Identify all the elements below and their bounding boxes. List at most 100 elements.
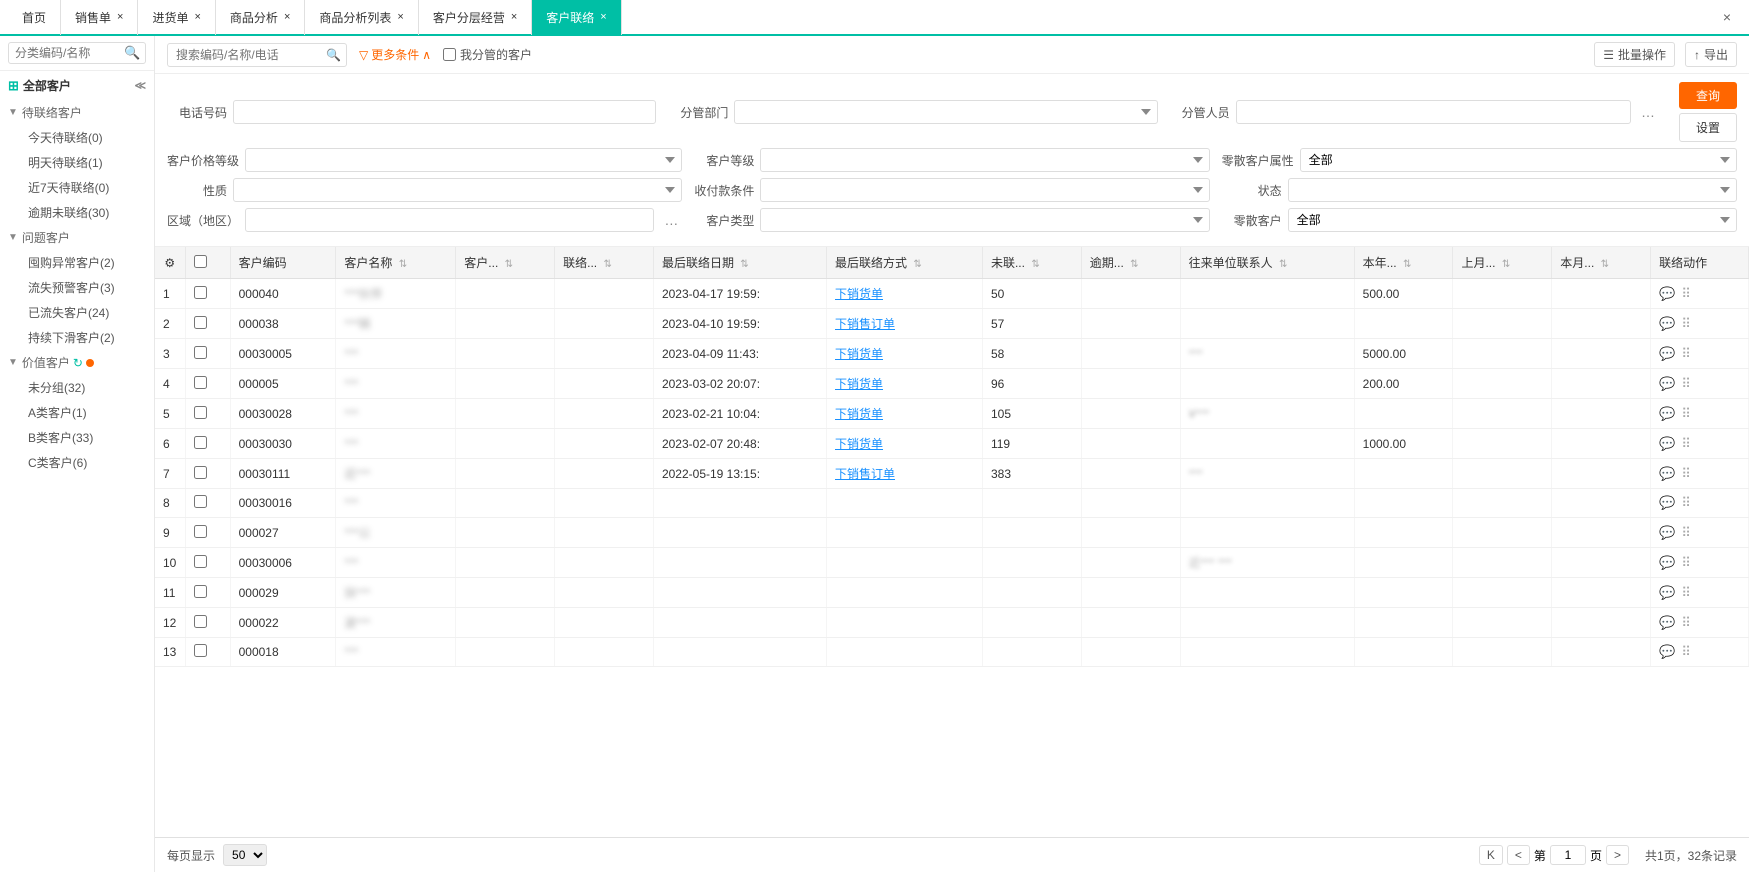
sidebar-group-pending[interactable]: ▼ 待联络客户 <box>0 100 154 125</box>
tab-bar-close[interactable]: × <box>1713 9 1741 25</box>
my-customers-checkbox[interactable] <box>443 48 456 61</box>
tab-sales-close[interactable]: × <box>117 11 123 23</box>
sidebar-search-icon[interactable]: 🔍 <box>124 45 140 61</box>
sidebar-item-ungroup[interactable]: 未分组(32) <box>0 375 154 400</box>
tab-customer-contact-close[interactable]: × <box>600 11 606 23</box>
batch-ops-btn[interactable]: ☰ 批量操作 <box>1594 42 1675 67</box>
more-conditions-btn[interactable]: ▽ 更多条件 ∧ <box>359 46 431 63</box>
region-input[interactable] <box>245 208 654 232</box>
more-icon[interactable]: ⠿ <box>1681 585 1691 601</box>
comment-icon[interactable]: 💬 <box>1659 436 1675 452</box>
region-more-btn[interactable]: … <box>660 212 682 228</box>
tab-purchase-close[interactable]: × <box>194 11 200 23</box>
tab-customer-segment[interactable]: 客户分层经营 × <box>419 0 532 35</box>
sidebar-item-b-class[interactable]: B类客户(33) <box>0 425 154 450</box>
select-all-checkbox[interactable] <box>194 255 207 268</box>
comment-icon[interactable]: 💬 <box>1659 406 1675 422</box>
more-icon[interactable]: ⠿ <box>1681 436 1691 452</box>
comment-icon[interactable]: 💬 <box>1659 525 1675 541</box>
filter-search-input[interactable] <box>167 43 347 67</box>
collapse-icon[interactable]: ≪ <box>134 79 146 92</box>
filter-search-icon[interactable]: 🔍 <box>326 48 341 62</box>
comment-icon[interactable]: 💬 <box>1659 585 1675 601</box>
price-level-select[interactable] <box>245 148 682 172</box>
more-icon[interactable]: ⠿ <box>1681 406 1691 422</box>
sidebar-item-a-class[interactable]: A类客户(1) <box>0 400 154 425</box>
row-check[interactable] <box>185 399 230 429</box>
row-check[interactable] <box>185 608 230 638</box>
row-check[interactable] <box>185 369 230 399</box>
more-icon[interactable]: ⠿ <box>1681 525 1691 541</box>
gear-th[interactable]: ⚙ <box>155 247 185 279</box>
row-check[interactable] <box>185 309 230 339</box>
customer-type-select[interactable] <box>760 208 1209 232</box>
tab-product-analysis-close[interactable]: × <box>284 11 290 23</box>
staff-more-btn[interactable]: … <box>1637 104 1659 120</box>
tab-home[interactable]: 首页 <box>8 0 61 35</box>
all-customers-header[interactable]: ⊞ 全部客户 ≪ <box>0 71 154 100</box>
sidebar-item-overdue-pending[interactable]: 逾期未联络(30) <box>0 200 154 225</box>
tab-product-analysis[interactable]: 商品分析 × <box>216 0 305 35</box>
refresh-icon[interactable]: ↻ <box>73 356 83 370</box>
sidebar-item-abnormal[interactable]: 囤购异常客户(2) <box>0 250 154 275</box>
comment-icon[interactable]: 💬 <box>1659 316 1675 332</box>
row-check[interactable] <box>185 638 230 667</box>
more-icon[interactable]: ⠿ <box>1681 316 1691 332</box>
phone-input[interactable] <box>233 100 656 124</box>
comment-icon[interactable]: 💬 <box>1659 466 1675 482</box>
sidebar-item-today-pending[interactable]: 今天待联络(0) <box>0 125 154 150</box>
payment-select[interactable] <box>760 178 1209 202</box>
comment-icon[interactable]: 💬 <box>1659 495 1675 511</box>
reset-button[interactable]: 设置 <box>1679 113 1737 142</box>
sidebar-item-churn-warning[interactable]: 流失预警客户(3) <box>0 275 154 300</box>
comment-icon[interactable]: 💬 <box>1659 286 1675 302</box>
sidebar-group-value[interactable]: ▼ 价值客户 ↻ <box>0 350 154 375</box>
more-icon[interactable]: ⠿ <box>1681 286 1691 302</box>
more-icon[interactable]: ⠿ <box>1681 466 1691 482</box>
row-check[interactable] <box>185 339 230 369</box>
sidebar-item-tomorrow-pending[interactable]: 明天待联络(1) <box>0 150 154 175</box>
query-button[interactable]: 查询 <box>1679 82 1737 109</box>
comment-icon[interactable]: 💬 <box>1659 644 1675 660</box>
tab-product-analysis-list-close[interactable]: × <box>397 11 403 23</box>
tab-customer-contact[interactable]: 客户联络 × <box>532 0 621 35</box>
status-select[interactable] <box>1288 178 1737 202</box>
comment-icon[interactable]: 💬 <box>1659 376 1675 392</box>
row-check[interactable] <box>185 548 230 578</box>
retail-customer-select[interactable]: 全部 <box>1288 208 1737 232</box>
check-th[interactable] <box>185 247 230 279</box>
more-icon[interactable]: ⠿ <box>1681 346 1691 362</box>
sidebar-group-problem[interactable]: ▼ 问题客户 <box>0 225 154 250</box>
tab-customer-segment-close[interactable]: × <box>511 11 517 23</box>
comment-icon[interactable]: 💬 <box>1659 555 1675 571</box>
next-page-btn[interactable]: > <box>1606 845 1629 865</box>
tab-product-analysis-list[interactable]: 商品分析列表 × <box>305 0 418 35</box>
staff-input[interactable] <box>1236 100 1631 124</box>
page-input[interactable] <box>1550 845 1586 865</box>
prev-page-btn[interactable]: < <box>1507 845 1530 865</box>
export-btn[interactable]: ↑ 导出 <box>1685 42 1737 67</box>
row-check[interactable] <box>185 489 230 518</box>
more-icon[interactable]: ⠿ <box>1681 555 1691 571</box>
row-check[interactable] <box>185 578 230 608</box>
sidebar-item-declining[interactable]: 持续下滑客户(2) <box>0 325 154 350</box>
more-icon[interactable]: ⠿ <box>1681 644 1691 660</box>
sidebar-item-7day-pending[interactable]: 近7天待联络(0) <box>0 175 154 200</box>
row-check[interactable] <box>185 279 230 309</box>
nature-select[interactable] <box>233 178 682 202</box>
row-check[interactable] <box>185 459 230 489</box>
first-page-btn[interactable]: K <box>1479 845 1503 865</box>
per-page-select[interactable]: 50 <box>223 844 267 866</box>
row-check[interactable] <box>185 429 230 459</box>
comment-icon[interactable]: 💬 <box>1659 615 1675 631</box>
sidebar-item-churned[interactable]: 已流失客户(24) <box>0 300 154 325</box>
comment-icon[interactable]: 💬 <box>1659 346 1675 362</box>
dept-select[interactable] <box>734 100 1157 124</box>
row-check[interactable] <box>185 518 230 548</box>
more-icon[interactable]: ⠿ <box>1681 376 1691 392</box>
retail-attr-select[interactable]: 全部 <box>1300 148 1737 172</box>
more-icon[interactable]: ⠿ <box>1681 615 1691 631</box>
sidebar-item-c-class[interactable]: C类客户(6) <box>0 450 154 475</box>
my-customers-checkbox-label[interactable]: 我分管的客户 <box>443 46 532 63</box>
tab-sales[interactable]: 销售单 × <box>61 0 138 35</box>
